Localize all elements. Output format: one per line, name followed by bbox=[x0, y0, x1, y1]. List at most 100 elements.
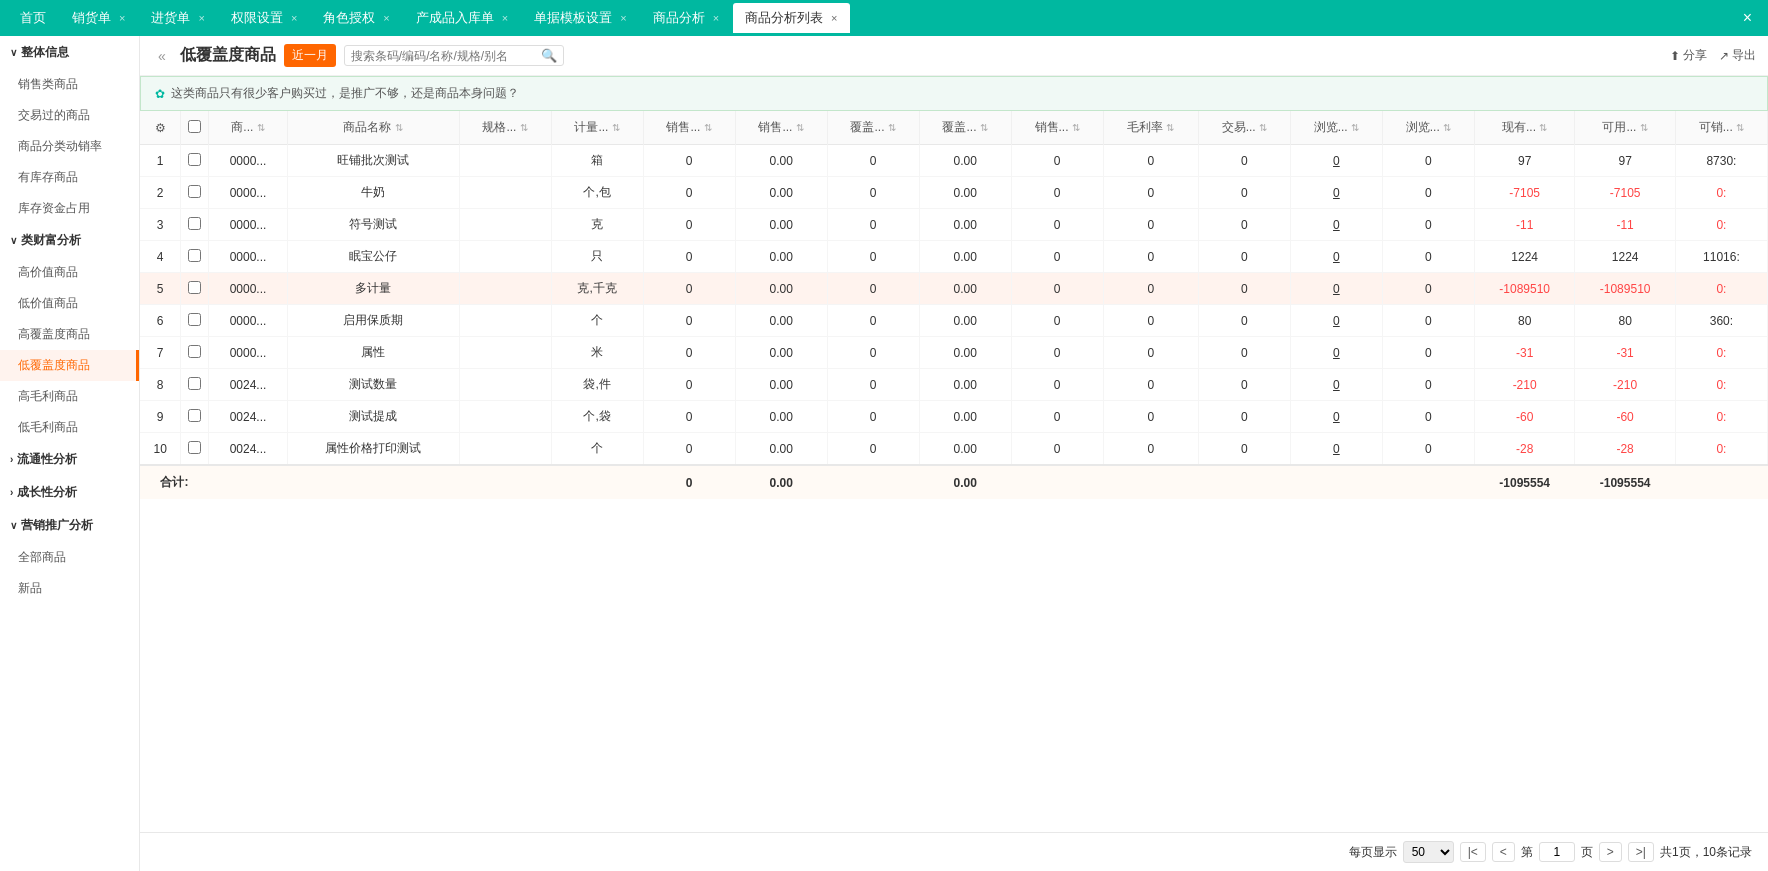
row-sales-qty: 0 bbox=[643, 241, 735, 273]
row-sales3: 0 bbox=[1011, 369, 1103, 401]
close-icon[interactable]: × bbox=[291, 12, 297, 24]
column-settings[interactable]: ⚙ bbox=[140, 111, 181, 145]
sidebar-item-sales-goods[interactable]: 销售类商品 bbox=[0, 69, 139, 100]
page-number-input[interactable] bbox=[1539, 842, 1575, 862]
sidebar-item-high-value[interactable]: 高价值商品 bbox=[0, 257, 139, 288]
nav-tab-product-analysis-list[interactable]: 商品分析列表 × bbox=[733, 3, 849, 33]
export-button[interactable]: ↗ 导出 bbox=[1719, 47, 1756, 64]
first-page-button[interactable]: |< bbox=[1460, 842, 1486, 862]
column-coverage1[interactable]: 覆盖... ⇅ bbox=[827, 111, 919, 145]
sidebar-item-high-margin[interactable]: 高毛利商品 bbox=[0, 381, 139, 412]
totals-sales-qty: 0 bbox=[643, 465, 735, 499]
column-sales-qty[interactable]: 销售... ⇅ bbox=[643, 111, 735, 145]
column-gross-margin[interactable]: 毛利率 ⇅ bbox=[1103, 111, 1198, 145]
column-sales3[interactable]: 销售... ⇅ bbox=[1011, 111, 1103, 145]
row-code: 0000... bbox=[209, 337, 287, 369]
nav-tab-purchase[interactable]: 进货单 × bbox=[139, 3, 216, 33]
column-code[interactable]: 商... ⇅ bbox=[209, 111, 287, 145]
sidebar-section-growth[interactable]: › 成长性分析 bbox=[0, 476, 139, 509]
row-current: -1089510 bbox=[1474, 273, 1574, 305]
row-saleable: 8730: bbox=[1675, 145, 1767, 177]
row-checkbox-input[interactable] bbox=[188, 217, 201, 230]
row-current: 97 bbox=[1474, 145, 1574, 177]
column-spec[interactable]: 规格... ⇅ bbox=[459, 111, 551, 145]
row-checkbox-input[interactable] bbox=[188, 153, 201, 166]
nav-tab-roles[interactable]: 角色授权 × bbox=[311, 3, 401, 33]
row-cov2: 0.00 bbox=[919, 177, 1011, 209]
row-views1: 0 bbox=[1290, 145, 1382, 177]
row-checkbox-input[interactable] bbox=[188, 249, 201, 262]
row-checkbox-input[interactable] bbox=[188, 185, 201, 198]
column-available[interactable]: 可用... ⇅ bbox=[1575, 111, 1675, 145]
nav-tab-template[interactable]: 单据模板设置 × bbox=[522, 3, 638, 33]
close-icon[interactable]: × bbox=[831, 12, 837, 24]
sidebar-item-low-coverage[interactable]: 低覆盖度商品 bbox=[0, 350, 139, 381]
row-no: 4 bbox=[140, 241, 181, 273]
nav-tab-sales[interactable]: 销货单 × bbox=[60, 3, 137, 33]
share-button[interactable]: ⬆ 分享 bbox=[1670, 47, 1707, 64]
row-checkbox-input[interactable] bbox=[188, 441, 201, 454]
column-sales-amt[interactable]: 销售... ⇅ bbox=[735, 111, 827, 145]
close-icon[interactable]: × bbox=[383, 12, 389, 24]
sidebar-item-high-coverage[interactable]: 高覆盖度商品 bbox=[0, 319, 139, 350]
column-unit[interactable]: 计量... ⇅ bbox=[551, 111, 643, 145]
column-coverage2[interactable]: 覆盖... ⇅ bbox=[919, 111, 1011, 145]
column-name[interactable]: 商品名称 ⇅ bbox=[287, 111, 459, 145]
sidebar-item-new-goods[interactable]: 新品 bbox=[0, 573, 139, 604]
row-gross-margin: 0 bbox=[1103, 433, 1198, 466]
sidebar-section-liquidity[interactable]: › 流通性分析 bbox=[0, 443, 139, 476]
nav-close-all-button[interactable]: × bbox=[1735, 5, 1760, 31]
column-trade[interactable]: 交易... ⇅ bbox=[1198, 111, 1290, 145]
close-icon[interactable]: × bbox=[198, 12, 204, 24]
select-all-checkbox[interactable] bbox=[188, 120, 201, 133]
sidebar-section-wealth[interactable]: ∨ 类财富分析 bbox=[0, 224, 139, 257]
totals-current: -1095554 bbox=[1474, 465, 1574, 499]
filter-period-button[interactable]: 近一月 bbox=[284, 44, 336, 67]
sidebar-item-low-value[interactable]: 低价值商品 bbox=[0, 288, 139, 319]
row-checkbox-input[interactable] bbox=[188, 281, 201, 294]
row-available: -210 bbox=[1575, 369, 1675, 401]
row-sales-qty: 0 bbox=[643, 177, 735, 209]
prev-page-button[interactable]: < bbox=[1492, 842, 1515, 862]
sidebar-section-marketing[interactable]: ∨ 营销推广分析 bbox=[0, 509, 139, 542]
row-name: 牛奶 bbox=[287, 177, 459, 209]
sidebar-item-all-goods[interactable]: 全部商品 bbox=[0, 542, 139, 573]
next-page-button[interactable]: > bbox=[1599, 842, 1622, 862]
sidebar-item-traded-goods[interactable]: 交易过的商品 bbox=[0, 100, 139, 131]
page-size-select[interactable]: 50 10 20 100 bbox=[1403, 841, 1454, 863]
column-views1[interactable]: 浏览... ⇅ bbox=[1290, 111, 1382, 145]
row-code: 0024... bbox=[209, 433, 287, 466]
nav-tab-home[interactable]: 首页 bbox=[8, 3, 58, 33]
totals-available: -1095554 bbox=[1575, 465, 1675, 499]
close-icon[interactable]: × bbox=[119, 12, 125, 24]
close-icon[interactable]: × bbox=[502, 12, 508, 24]
sidebar-item-capital[interactable]: 库存资金占用 bbox=[0, 193, 139, 224]
nav-tab-permissions[interactable]: 权限设置 × bbox=[219, 3, 309, 33]
column-current-stock[interactable]: 现有... ⇅ bbox=[1474, 111, 1574, 145]
row-checkbox-input[interactable] bbox=[188, 377, 201, 390]
close-icon[interactable]: × bbox=[713, 12, 719, 24]
sidebar-section-overall[interactable]: ∨ 整体信息 bbox=[0, 36, 139, 69]
table-row: 3 0000... 符号测试 克 0 0.00 0 0.00 0 0 0 0 0… bbox=[140, 209, 1768, 241]
collapse-sidebar-button[interactable]: « bbox=[152, 46, 172, 66]
sidebar-item-category-rate[interactable]: 商品分类动销率 bbox=[0, 131, 139, 162]
share-icon: ⬆ bbox=[1670, 49, 1680, 63]
column-views2[interactable]: 浏览... ⇅ bbox=[1382, 111, 1474, 145]
row-gross-margin: 0 bbox=[1103, 145, 1198, 177]
last-page-button[interactable]: >| bbox=[1628, 842, 1654, 862]
search-input[interactable] bbox=[351, 49, 541, 63]
sidebar-item-low-margin[interactable]: 低毛利商品 bbox=[0, 412, 139, 443]
close-icon[interactable]: × bbox=[620, 12, 626, 24]
nav-tab-inventory[interactable]: 产成品入库单 × bbox=[404, 3, 520, 33]
sidebar-item-in-stock[interactable]: 有库存商品 bbox=[0, 162, 139, 193]
row-checkbox-input[interactable] bbox=[188, 409, 201, 422]
row-sales3: 0 bbox=[1011, 241, 1103, 273]
row-current: -60 bbox=[1474, 401, 1574, 433]
chevron-right-icon: › bbox=[10, 487, 13, 498]
row-checkbox-input[interactable] bbox=[188, 313, 201, 326]
data-table: ⚙ 商... ⇅ 商品名称 ⇅ 规格... ⇅ 计量... ⇅ 销售... ⇅ … bbox=[140, 111, 1768, 499]
row-checkbox bbox=[181, 337, 209, 369]
column-saleable[interactable]: 可销... ⇅ bbox=[1675, 111, 1767, 145]
row-checkbox-input[interactable] bbox=[188, 345, 201, 358]
nav-tab-product-analysis[interactable]: 商品分析 × bbox=[641, 3, 731, 33]
